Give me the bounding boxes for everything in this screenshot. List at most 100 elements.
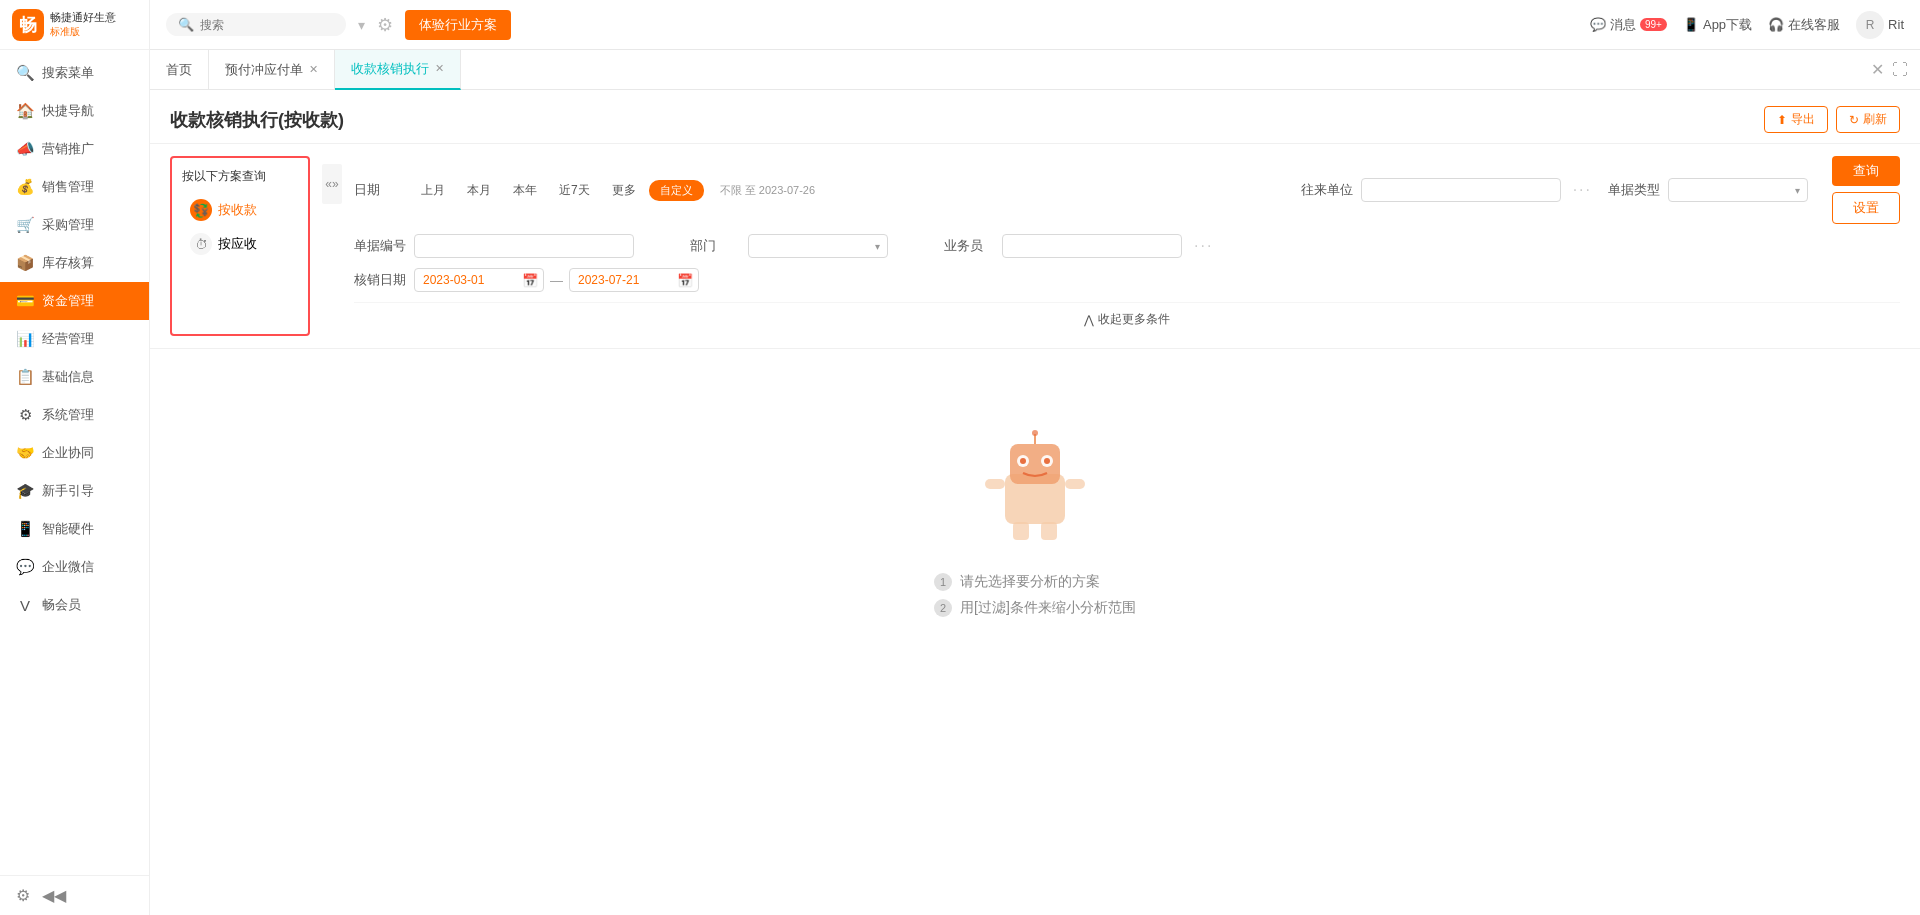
collapse-more-btn[interactable]: ⋀ 收起更多条件 [354, 302, 1900, 336]
hint-num-2: 2 [934, 599, 952, 617]
svg-rect-8 [1013, 522, 1029, 540]
filter-counterparty-field: 往来单位 ··· [1301, 178, 1592, 202]
home-icon: 🏠 [16, 102, 34, 120]
empty-hints: 1 请先选择要分析的方案 2 用[过滤]条件来缩小分析范围 [934, 573, 1136, 617]
sidebar-item-finance[interactable]: 💳 资金管理 [0, 282, 149, 320]
action-buttons: 查询 设置 [1832, 156, 1900, 224]
search-dropdown-icon[interactable]: ▾ [358, 17, 365, 33]
app-icon: 📱 [1683, 17, 1699, 32]
date-last-month[interactable]: 上月 [412, 179, 454, 202]
query-button[interactable]: 查询 [1832, 156, 1900, 186]
department-select[interactable] [748, 234, 888, 258]
app-logo: 畅 畅捷通好生意 标准版 [0, 0, 149, 50]
collapse-more-icon: ⋀ [1084, 313, 1094, 327]
sidebar-item-system[interactable]: ⚙ 系统管理 [0, 396, 149, 434]
doctype-select-wrapper [1668, 178, 1808, 202]
sidebar-item-operations[interactable]: 📊 经营管理 [0, 320, 149, 358]
filter-row-1: 日期 上月 本月 本年 近7天 更多 自定义 不限 至 2023-07-26 [354, 156, 1900, 224]
filter-row-3: 核销日期 📅 — 📅 [354, 268, 1900, 292]
sidebar-item-basic[interactable]: 📋 基础信息 [0, 358, 149, 396]
filter-main: 日期 上月 本月 本年 近7天 更多 自定义 不限 至 2023-07-26 [354, 156, 1900, 336]
sidebar-item-member[interactable]: V 畅会员 [0, 586, 149, 624]
filter-sidebar-collapse[interactable]: «» [322, 164, 342, 204]
top-header: 🔍 ▾ ⚙ 体验行业方案 💬 消息 99+ 📱 App下载 🎧 在线客服 R R… [150, 0, 1920, 50]
message-badge: 99+ [1640, 18, 1667, 31]
filter-department-field: 部门 [690, 234, 888, 258]
tab-receivable[interactable]: 收款核销执行 ✕ [335, 50, 461, 90]
sidebar-item-sales[interactable]: 💰 销售管理 [0, 168, 149, 206]
salesperson-more-icon[interactable]: ··· [1194, 237, 1213, 255]
main-area: 🔍 ▾ ⚙ 体验行业方案 💬 消息 99+ 📱 App下载 🎧 在线客服 R R… [150, 0, 1920, 915]
date-last-7days[interactable]: 近7天 [550, 179, 599, 202]
sidebar-item-search[interactable]: 🔍 搜索菜单 [0, 54, 149, 92]
page-title-bar: 收款核销执行(按收款) ⬆ 导出 ↻ 刷新 [150, 90, 1920, 144]
search-icon: 🔍 [16, 64, 34, 82]
date-custom[interactable]: 自定义 [649, 180, 704, 201]
app-download-action[interactable]: 📱 App下载 [1683, 16, 1752, 34]
salesperson-label: 业务员 [944, 237, 994, 255]
tab-close-receivable[interactable]: ✕ [435, 62, 444, 75]
counterparty-input[interactable] [1361, 178, 1561, 202]
inventory-icon: 📦 [16, 254, 34, 272]
filter-area: 按以下方案查询 💱 按收款 ⏱ 按应收 «» [150, 144, 1920, 349]
sidebar: 畅 畅捷通好生意 标准版 🔍 搜索菜单 🏠 快捷导航 📣 营销推广 💰 销售管理… [0, 0, 150, 915]
date-quick-group: 上月 本月 本年 近7天 更多 自定义 [412, 179, 704, 202]
logo-icon: 畅 [12, 9, 44, 41]
date-more[interactable]: 更多 [603, 179, 645, 202]
writeoff-end-cal-icon[interactable]: 📅 [677, 273, 693, 288]
refresh-icon: ↻ [1849, 113, 1859, 127]
tab-home[interactable]: 首页 [150, 50, 209, 90]
export-button[interactable]: ⬆ 导出 [1764, 106, 1828, 133]
app-name: 畅捷通好生意 [50, 10, 116, 25]
hardware-icon: 📱 [16, 520, 34, 538]
filter-sidebar: 按以下方案查询 💱 按收款 ⏱ 按应收 [170, 156, 310, 336]
filter-option-by-receivable[interactable]: ⏱ 按应收 [182, 227, 298, 261]
sidebar-item-enterprise[interactable]: 🤝 企业协同 [0, 434, 149, 472]
writeoff-start-cal-icon[interactable]: 📅 [522, 273, 538, 288]
tab-close-all-icon[interactable]: ✕ [1871, 60, 1884, 79]
counterparty-more-icon[interactable]: ··· [1573, 181, 1592, 199]
settings-gear-icon[interactable]: ⚙ [16, 886, 30, 905]
tab-expand-icon[interactable]: ⛶ [1892, 61, 1908, 79]
docnumber-input[interactable] [414, 234, 634, 258]
counterparty-label: 往来单位 [1301, 181, 1353, 199]
header-search-box[interactable]: 🔍 [166, 13, 346, 36]
header-actions: 💬 消息 99+ 📱 App下载 🎧 在线客服 R Rit [1590, 11, 1904, 39]
svg-point-11 [1032, 430, 1038, 436]
sidebar-item-quicknav[interactable]: 🏠 快捷导航 [0, 92, 149, 130]
refresh-button[interactable]: ↻ 刷新 [1836, 106, 1900, 133]
date-label: 日期 [354, 181, 404, 199]
member-icon: V [16, 597, 34, 614]
empty-state: 1 请先选择要分析的方案 2 用[过滤]条件来缩小分析范围 [150, 349, 1920, 697]
sidebar-item-hardware[interactable]: 📱 智能硬件 [0, 510, 149, 548]
tab-close-prepay[interactable]: ✕ [309, 63, 318, 76]
settings-icon[interactable]: ⚙ [377, 14, 393, 36]
online-service-action[interactable]: 🎧 在线客服 [1768, 16, 1840, 34]
date-this-year[interactable]: 本年 [504, 179, 546, 202]
user-avatar[interactable]: R Rit [1856, 11, 1904, 39]
message-action[interactable]: 💬 消息 99+ [1590, 16, 1667, 34]
tab-prepay[interactable]: 预付冲应付单 ✕ [209, 50, 335, 90]
filter-option-by-receipt[interactable]: 💱 按收款 [182, 193, 298, 227]
trial-button[interactable]: 体验行业方案 [405, 10, 511, 40]
empty-illustration [975, 429, 1095, 549]
sidebar-item-wechat[interactable]: 💬 企业微信 [0, 548, 149, 586]
date-this-month[interactable]: 本月 [458, 179, 500, 202]
sidebar-item-inventory[interactable]: 📦 库存核算 [0, 244, 149, 282]
settings-button[interactable]: 设置 [1832, 192, 1900, 224]
sidebar-collapse-icon[interactable]: ◀◀ [42, 886, 66, 905]
svg-rect-6 [985, 479, 1005, 489]
sidebar-item-purchase[interactable]: 🛒 采购管理 [0, 206, 149, 244]
sidebar-item-marketing[interactable]: 📣 营销推广 [0, 130, 149, 168]
system-icon: ⚙ [16, 406, 34, 424]
salesperson-input[interactable] [1002, 234, 1182, 258]
department-select-wrapper [748, 234, 888, 258]
doctype-select[interactable] [1668, 178, 1808, 202]
app-version: 标准版 [50, 25, 116, 39]
marketing-icon: 📣 [16, 140, 34, 158]
guide-icon: 🎓 [16, 482, 34, 500]
search-input[interactable] [200, 18, 330, 32]
operations-icon: 📊 [16, 330, 34, 348]
sidebar-item-guide[interactable]: 🎓 新手引导 [0, 472, 149, 510]
filter-writeoff-date-field: 核销日期 📅 — 📅 [354, 268, 699, 292]
